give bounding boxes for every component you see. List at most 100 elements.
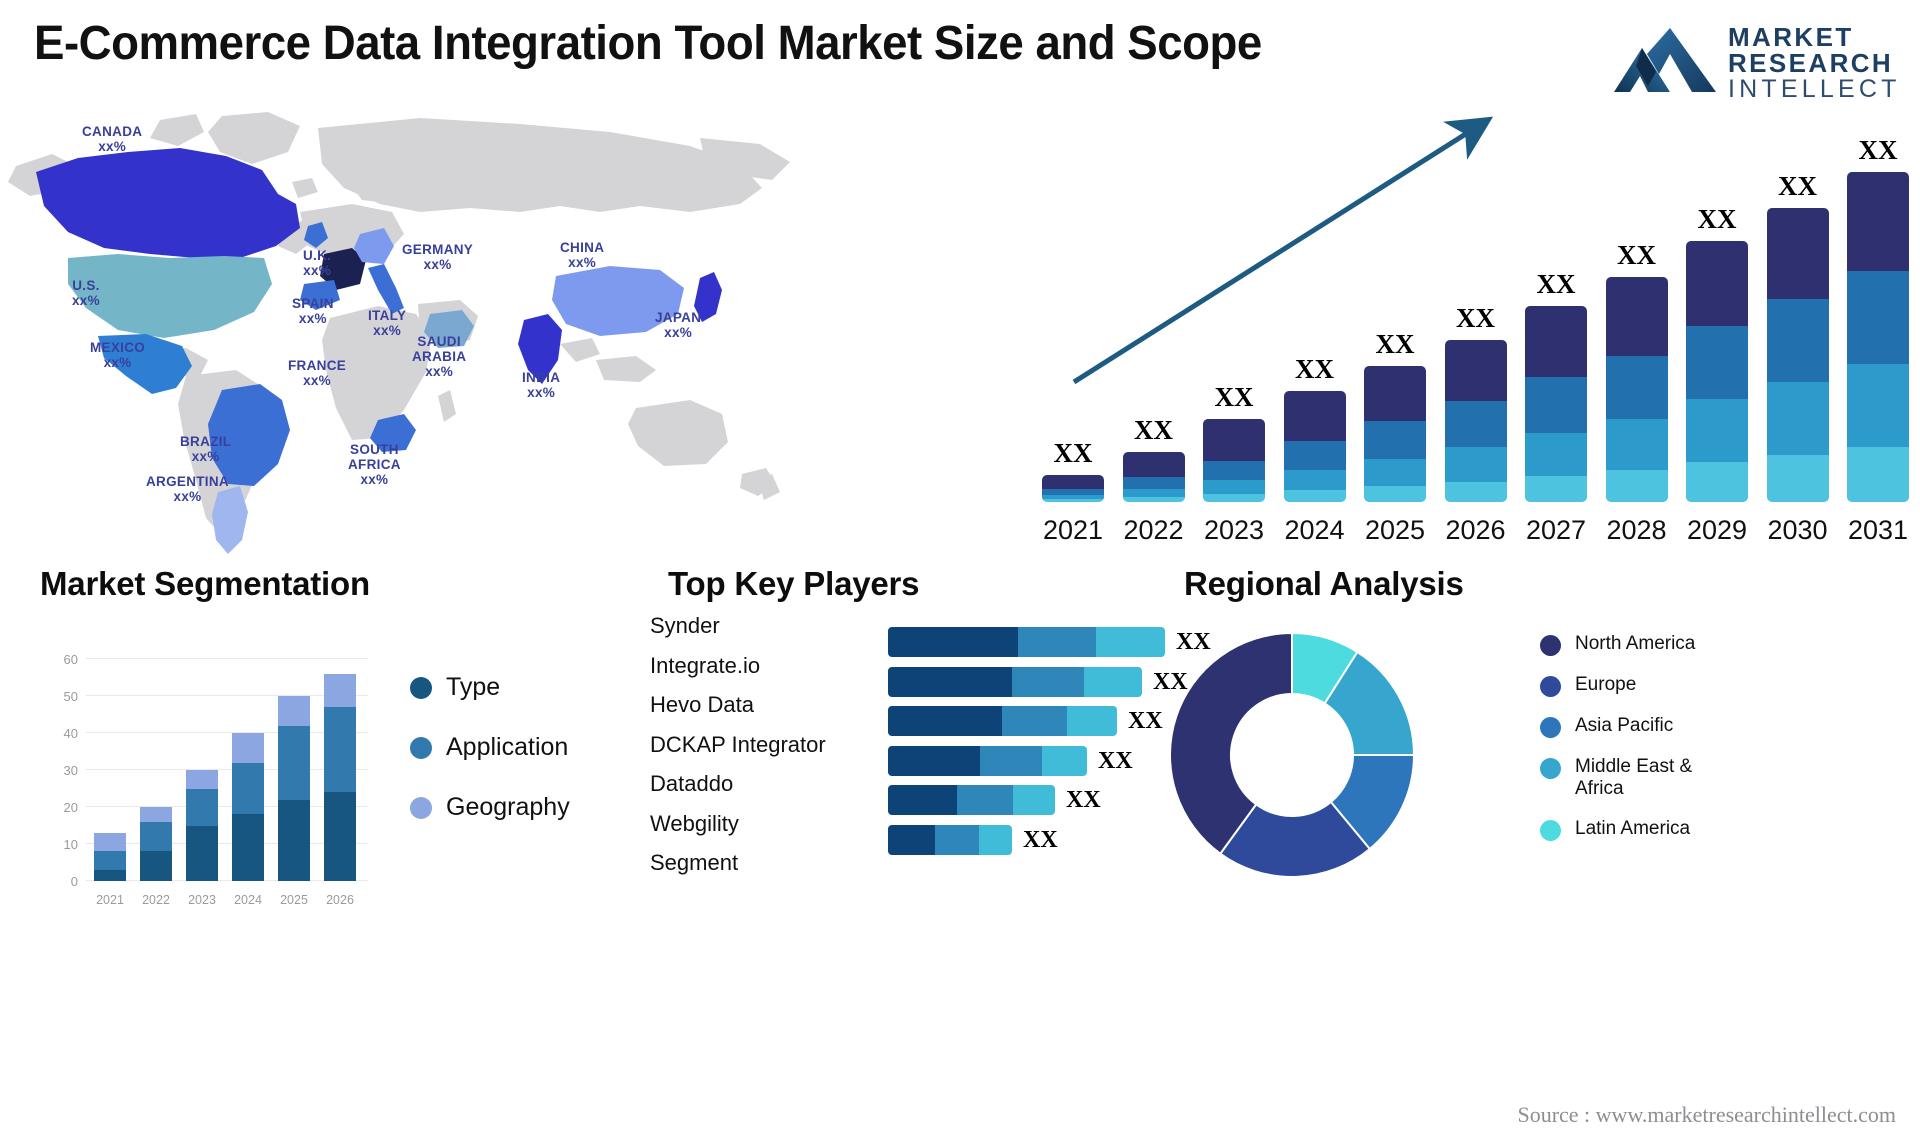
top-key-players-title: Top Key Players [668,565,920,602]
forecast-bar-stack [1364,366,1426,502]
map-label-us: U.S. xx% [72,278,100,308]
player-bar [888,666,1142,697]
segmentation-bar-segment [140,821,172,852]
segmentation-bar [94,832,126,881]
segmentation-y-tick: 40 [63,726,78,741]
segmentation-bar-segment [278,696,310,726]
map-label-japan: JAPAN xx% [655,310,702,340]
segmentation-bar-segment [324,673,356,708]
forecast-bar-segment [1203,494,1265,502]
segmentation-bar-segment [232,733,264,763]
regional-legend: North America Europe Asia Pacific Middle Ea… [1540,633,1745,859]
segmentation-bar-segment [140,851,172,881]
map-label-canada: CANADA xx% [82,124,143,154]
forecast-bar-segment [1283,391,1346,441]
player-bar-segment [888,706,1002,736]
segmentation-chart: 60 50 40 30 20 10 0 2021 2022 2023 2024 2025 2026 [48,627,388,917]
forecast-bar-stack [1283,391,1346,502]
segmentation-gridline [86,658,368,659]
legend-dot-icon [410,676,432,699]
regional-legend-label: Latin America [1575,818,1691,839]
segmentation-y-tick: 0 [70,874,78,889]
forecast-bar-segment [1283,470,1346,491]
forecast-bar-segment [1847,363,1909,447]
forecast-year-label: 2022 [1123,515,1184,545]
map-label-france: FRANCE xx% [288,358,347,388]
map-label-south-africa: SOUTH AFRICA xx% [348,442,401,487]
forecast-bar-stack [1686,241,1748,502]
segmentation-bar-segment [186,770,218,789]
segmentation-bar [186,770,218,881]
forecast-bar-segment [1525,432,1587,477]
logo-line-research: RESEARCH [1728,48,1894,78]
forecast-bar-value-label: XX [1858,135,1898,165]
segmentation-y-tick: 30 [63,763,78,778]
player-bar [888,627,1165,657]
segmentation-bar [278,696,310,881]
player-value-label: XX [1066,787,1101,813]
forecast-bar-segment [1525,306,1587,378]
segmentation-y-tick: 10 [63,837,78,852]
segmentation-bar-segment [186,825,218,881]
player-bar-segment [1084,666,1142,697]
segmentation-bar-segment [324,707,356,793]
map-label-argentina: ARGENTINA xx% [146,474,229,504]
logo: MARKET RESEARCH INTELLECT [1612,18,1902,104]
regional-analysis-title: Regional Analysis [1184,565,1464,602]
player-bar [888,745,1087,776]
segmentation-bar-segment [94,851,126,870]
logo-wordmark: MARKET RESEARCH INTELLECT [1728,24,1904,103]
player-name-label: Webgility [650,810,739,836]
forecast-bar-segment [1766,298,1829,382]
forecast-bar-segment [1364,366,1426,422]
forecast-bar-segment [1122,452,1185,478]
forecast-bar-value-label: XX [1214,382,1254,412]
forecast-year-label: 2025 [1364,515,1426,545]
segmentation-legend-item: Type [410,673,570,702]
forecast-bar-segment [1605,419,1668,471]
forecast-year-label: 2024 [1284,515,1345,545]
player-bar-segment [1096,627,1165,657]
segmentation-y-tick: 50 [63,689,78,704]
regional-legend-label: Asia Pacific [1575,715,1674,736]
forecast-bar-segment [1364,458,1426,487]
forecast-bar-segment [1766,208,1829,299]
player-bar-segment [979,824,1012,855]
segmentation-legend-label: Application [446,733,569,761]
regional-legend-item: Europe [1540,674,1745,697]
segmentation-bar [232,733,264,881]
forecast-year-label: 2021 [1042,515,1104,545]
regional-legend-label: Middle East & Africa [1575,756,1693,799]
legend-dot-icon [410,796,432,819]
forecast-bar-stack [1444,340,1507,502]
regional-donut-chart [1169,631,1416,878]
map-label-germany: GERMANY xx% [402,242,474,272]
player-bar [888,785,1055,815]
forecast-bar-stack [1525,306,1587,502]
player-bar [888,824,1012,855]
forecast-bar-segment [1847,172,1909,271]
segmentation-x-tick: 2021 [96,893,124,907]
map-label-mexico: MEXICO xx% [90,340,146,370]
forecast-bar-stack [1122,452,1185,502]
forecast-bar-segment [1444,446,1507,483]
map-label-saudi-arabia: SAUDI ARABIA xx% [412,334,467,379]
segmentation-bar-segment [278,725,310,800]
forecast-bar-segment [1686,399,1748,463]
regional-legend-label: North America [1575,633,1696,654]
segmentation-bar-segment [232,814,264,881]
forecast-bar-segment [1525,476,1587,502]
forecast-bar-segment [1203,460,1265,481]
segmentation-legend-label: Type [446,673,501,701]
regional-legend-label: Europe [1575,674,1637,695]
forecast-bar-segment [1444,340,1507,402]
forecast-bar-stack [1042,475,1104,502]
player-bar-segment [1002,706,1067,736]
forecast-bar-segment [1122,489,1185,498]
legend-dot-icon [1540,820,1561,841]
forecast-bar-segment [1686,462,1748,502]
forecast-bar-segment [1766,381,1829,455]
player-bar-segment [1042,745,1087,776]
map-label-brazil: BRAZIL xx% [180,434,232,464]
segmentation-x-tick: 2025 [280,893,308,907]
